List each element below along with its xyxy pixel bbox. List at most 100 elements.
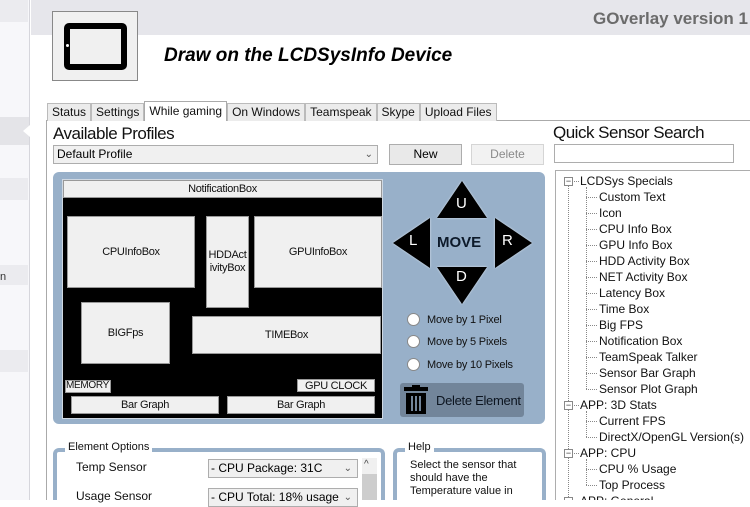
tree-item-label: NET Activity Box	[599, 270, 688, 284]
version-label: GOverlay version 1	[593, 9, 748, 28]
tree-item-label: APP: CPU	[580, 446, 637, 460]
arrow-right-icon: R	[502, 232, 513, 249]
tree-item[interactable]: Icon	[599, 205, 622, 221]
tree-item-label: APP: General	[580, 494, 653, 500]
tree-group[interactable]: LCDSys Specials	[580, 173, 673, 189]
tab-bar: Status Settings While gaming On Windows …	[47, 101, 497, 121]
collapse-icon[interactable]: −	[564, 449, 573, 458]
tree-item-label: Time Box	[599, 302, 650, 316]
tree-item[interactable]: Notification Box	[599, 333, 682, 349]
element-hdd-activity-box[interactable]: HDDActivityBox	[206, 216, 249, 308]
tree-connector	[586, 229, 597, 230]
tab-teamspeak[interactable]: Teamspeak	[305, 103, 377, 121]
lcd-canvas[interactable]: NotificationBox CPUInfoBox HDDActivityBo…	[62, 179, 383, 419]
tree-item[interactable]: HDD Activity Box	[599, 253, 690, 269]
radio-circle[interactable]	[407, 335, 420, 348]
tree-item-label: Sensor Bar Graph	[599, 366, 696, 380]
radio-circle[interactable]	[407, 313, 420, 326]
element-gpu-clock[interactable]: GPU CLOCK	[297, 379, 375, 392]
chevron-down-icon: ⌄	[343, 463, 352, 474]
radio-circle[interactable]	[407, 358, 420, 371]
delete-profile-button[interactable]: Delete	[471, 144, 544, 165]
element-memory[interactable]: MEMORY	[65, 380, 111, 393]
new-profile-button[interactable]: New	[389, 144, 462, 165]
profile-select[interactable]: Default Profile ⌄	[53, 145, 378, 164]
tree-item-label: Current FPS	[599, 414, 666, 428]
tree-connector	[586, 341, 597, 342]
tree-item[interactable]: Top Process	[599, 477, 665, 493]
move-down-button[interactable]: D	[437, 267, 487, 304]
move-left-button[interactable]: L	[393, 218, 430, 268]
tree-item-label: TeamSpeak Talker	[599, 350, 698, 364]
tree-item[interactable]: Sensor Bar Graph	[599, 365, 696, 381]
move-step-5-radio[interactable]: Move by 5 Pixels	[407, 335, 507, 348]
tab-settings[interactable]: Settings	[91, 103, 145, 121]
tree-item[interactable]: TeamSpeak Talker	[599, 349, 698, 365]
tree-item[interactable]: NET Activity Box	[599, 269, 687, 285]
element-cpu-info-box[interactable]: CPUInfoBox	[67, 216, 195, 288]
tree-group[interactable]: APP: 3D Stats	[580, 397, 657, 413]
move-up-button[interactable]: U	[437, 181, 487, 218]
element-big-fps[interactable]: BIGFps	[81, 302, 170, 364]
tree-item-label: Icon	[599, 206, 622, 220]
tab-upload-files[interactable]: Upload Files	[419, 103, 497, 121]
tree-connector	[586, 485, 597, 486]
tree-item[interactable]: Time Box	[599, 301, 649, 317]
tree-item-label: GPU Info Box	[599, 238, 673, 252]
options-scrollbar[interactable]: ^	[362, 458, 377, 500]
tab-while-gaming[interactable]: While gaming	[144, 101, 228, 121]
element-time-box[interactable]: TIMEBox	[192, 316, 381, 354]
quick-sensor-search-heading: Quick Sensor Search	[553, 123, 705, 142]
tree-item[interactable]: Latency Box	[599, 285, 665, 301]
quick-sensor-search-input[interactable]	[554, 144, 734, 163]
element-notification-box[interactable]: NotificationBox	[63, 180, 382, 198]
nav-item[interactable]	[0, 0, 28, 22]
nav-item-selected[interactable]	[0, 117, 30, 145]
nav-item[interactable]	[0, 350, 28, 372]
tree-group[interactable]: APP: General	[580, 493, 653, 500]
scrollbar-thumb[interactable]	[362, 474, 377, 500]
tree-item[interactable]: GPU Info Box	[599, 237, 672, 253]
tree-connector	[574, 405, 579, 406]
nav-item[interactable]	[0, 178, 28, 200]
move-right-button[interactable]: R	[495, 218, 532, 268]
tree-item-label: Latency Box	[599, 286, 666, 300]
move-step-1-radio[interactable]: Move by 1 Pixel	[407, 313, 502, 326]
move-step-10-radio[interactable]: Move by 10 Pixels	[407, 358, 513, 371]
tree-item[interactable]: CPU Info Box	[599, 221, 672, 237]
tree-connector	[586, 325, 597, 326]
tree-connector	[586, 213, 597, 214]
tree-connector	[586, 373, 597, 374]
profiles-heading: Available Profiles	[53, 124, 175, 143]
tree-item[interactable]: DirectX/OpenGL Version(s)	[599, 429, 744, 445]
tree-item[interactable]: CPU % Usage	[599, 461, 676, 477]
tab-skype[interactable]: Skype	[376, 103, 420, 121]
collapse-icon[interactable]: −	[564, 401, 573, 410]
element-bar-graph[interactable]: Bar Graph	[227, 396, 375, 414]
element-bar-graph[interactable]: Bar Graph	[71, 396, 219, 414]
tree-item[interactable]: Current FPS	[599, 413, 666, 429]
temp-sensor-value: - CPU Package: 31C	[211, 461, 323, 475]
tree-item-label: DirectX/OpenGL Version(s)	[599, 430, 744, 444]
usage-sensor-value: - CPU Total: 18% usage	[211, 490, 339, 504]
delete-element-button[interactable]: Delete Element	[400, 383, 524, 417]
usage-sensor-select[interactable]: - CPU Total: 18% usage ⌄	[208, 488, 358, 507]
tree-item[interactable]: Sensor Plot Graph	[599, 381, 698, 397]
tab-on-windows[interactable]: On Windows	[227, 103, 306, 121]
scroll-up-icon[interactable]: ^	[364, 459, 369, 470]
temp-sensor-select[interactable]: - CPU Package: 31C ⌄	[208, 459, 358, 478]
nav-item-label: n	[0, 271, 7, 283]
tree-connector	[586, 389, 597, 390]
tree-item-label: CPU % Usage	[599, 462, 677, 476]
tab-status[interactable]: Status	[47, 103, 92, 121]
chevron-down-icon: ⌄	[343, 492, 352, 503]
collapse-icon[interactable]: −	[564, 177, 573, 186]
tree-item[interactable]: Big FPS	[599, 317, 643, 333]
element-gpu-info-box[interactable]: GPUInfoBox	[254, 216, 382, 288]
tree-item[interactable]: Custom Text	[599, 189, 665, 205]
tree-item-label: Sensor Plot Graph	[599, 382, 698, 396]
tree-group[interactable]: APP: CPU	[580, 445, 636, 461]
sensor-tree[interactable]: − LCDSys Specials Custom Text Icon CPU Info …	[555, 170, 750, 500]
tree-branch-line	[586, 187, 587, 389]
tree-item-label: Custom Text	[599, 190, 666, 204]
